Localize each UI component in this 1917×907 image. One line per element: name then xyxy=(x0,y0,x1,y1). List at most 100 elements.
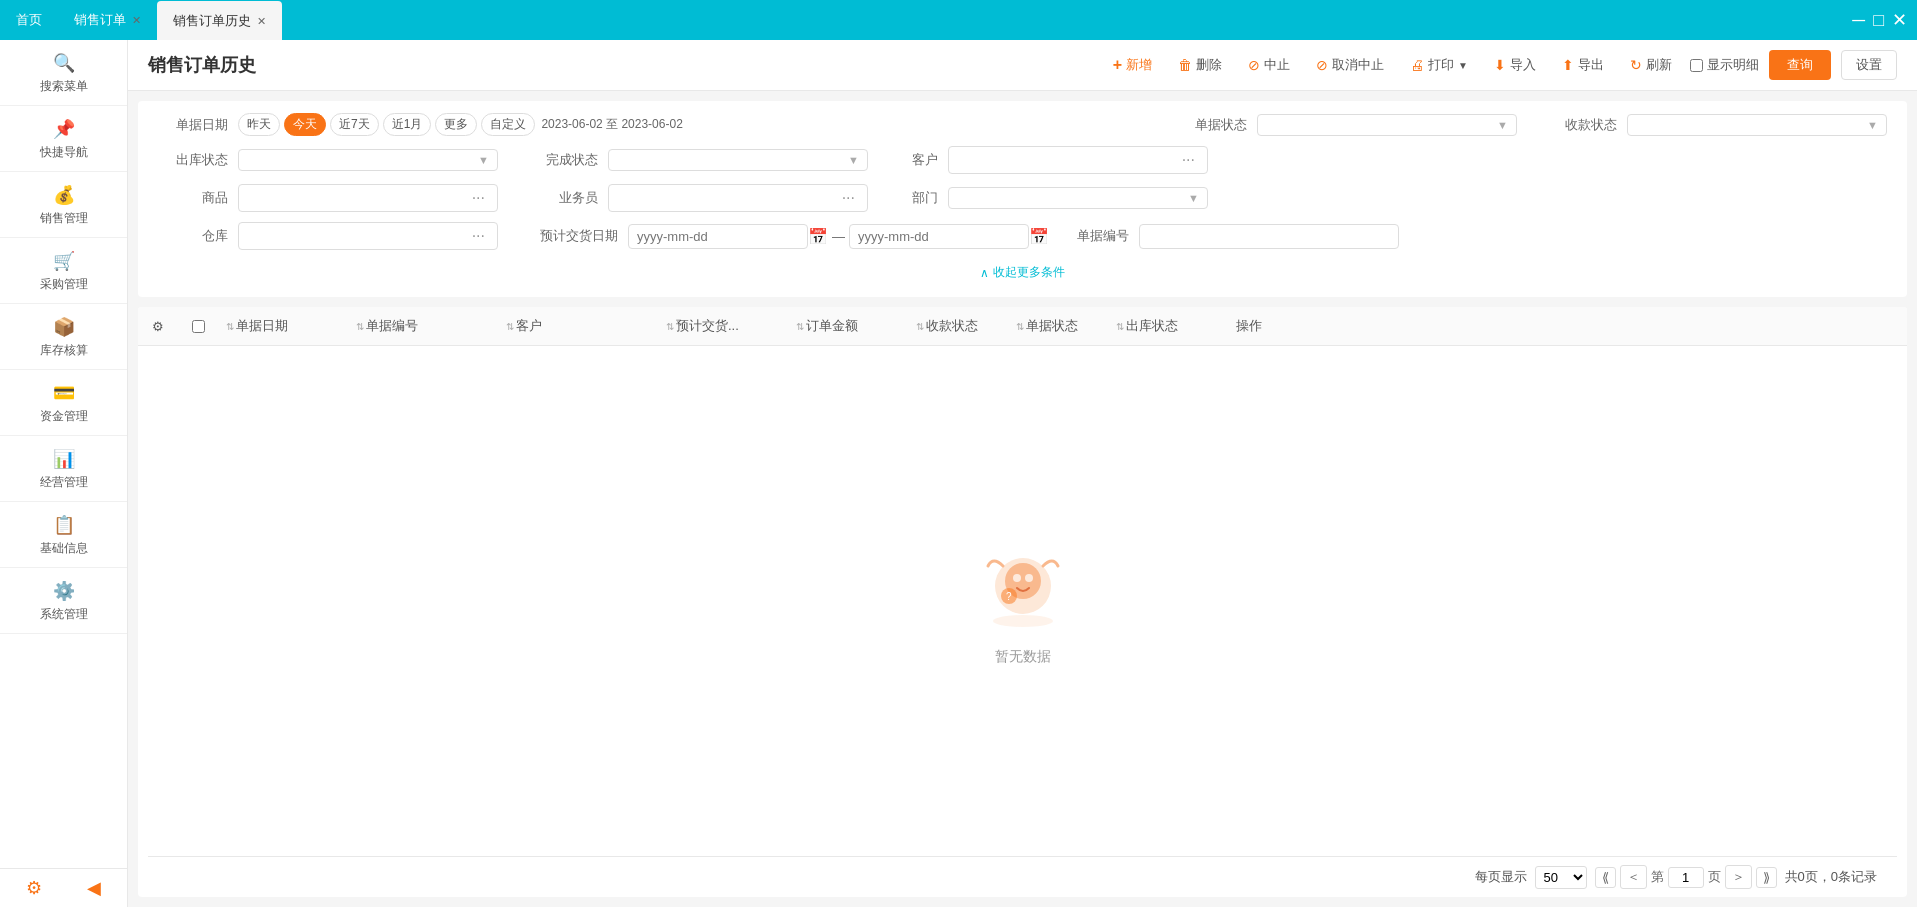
warehouse-dots[interactable]: ··· xyxy=(468,227,489,245)
date-btn-today[interactable]: 今天 xyxy=(284,113,326,136)
th-settings[interactable]: ⚙ xyxy=(138,319,178,334)
goods-label: 商品 xyxy=(158,189,238,207)
tab-home[interactable]: 首页 xyxy=(0,0,58,40)
total-records: 共0页，0条记录 xyxy=(1785,868,1877,886)
page-nav: ⟪ ＜ 第 页 ＞ ⟫ xyxy=(1595,865,1777,889)
query-button[interactable]: 查询 xyxy=(1769,50,1831,80)
import-button[interactable]: ⬇ 导入 xyxy=(1486,52,1544,78)
salesman-label: 业务员 xyxy=(538,189,608,207)
sidebar-item-nav[interactable]: 📌 快捷导航 xyxy=(0,106,127,172)
date-btn-yesterday[interactable]: 昨天 xyxy=(238,113,280,136)
sort-icon-date: ⇅ xyxy=(226,321,234,332)
filter-row-3: 商品 ··· 业务员 ··· 部门 ▼ xyxy=(158,184,1887,212)
table-header: ⚙ ⇅ 单据日期 ⇅ 单据编号 ⇅ 客户 ⇅ xyxy=(138,307,1907,346)
top-bar-right: ─ □ ✕ xyxy=(1852,9,1917,31)
display-detail-input[interactable] xyxy=(1690,59,1703,72)
sidebar-item-inventory[interactable]: 📦 库存核算 xyxy=(0,304,127,370)
table-body: ? 暂无数据 xyxy=(138,346,1907,856)
th-out-status[interactable]: ⇅ 出库状态 xyxy=(1108,317,1228,335)
prev-page-button[interactable]: ＜ xyxy=(1620,865,1647,889)
collapse-row[interactable]: ∧ 收起更多条件 xyxy=(158,260,1887,285)
date-label: 单据日期 xyxy=(158,116,238,134)
th-no[interactable]: ⇅ 单据编号 xyxy=(348,317,498,335)
cancel-stop-button[interactable]: ⊘ 取消中止 xyxy=(1308,52,1392,78)
complete-status-select[interactable]: ▼ xyxy=(608,149,868,171)
sidebar-collapse-icon[interactable]: ◀ xyxy=(87,877,101,899)
goods-dots[interactable]: ··· xyxy=(468,189,489,207)
tab-sales-order[interactable]: 销售订单 ✕ xyxy=(58,0,157,40)
pay-status-label: 收款状态 xyxy=(1557,116,1627,134)
add-button[interactable]: + 新增 xyxy=(1105,52,1160,78)
close-tab-sales-order[interactable]: ✕ xyxy=(132,14,141,27)
order-status-select[interactable]: ▼ xyxy=(1257,114,1517,136)
inventory-icon: 📦 xyxy=(53,316,75,338)
next-page-button[interactable]: ＞ xyxy=(1725,865,1752,889)
empty-illustration: ? xyxy=(973,536,1073,636)
dept-select[interactable]: ▼ xyxy=(948,187,1208,209)
refresh-button[interactable]: ↻ 刷新 xyxy=(1622,52,1680,78)
sidebar-item-search[interactable]: 🔍 搜索菜单 xyxy=(0,40,127,106)
page-number-input[interactable] xyxy=(1668,867,1704,888)
page-title: 销售订单历史 xyxy=(148,53,1097,77)
pay-status-select[interactable]: ▼ xyxy=(1627,114,1887,136)
tab-sales-order-history[interactable]: 销售订单历史 ✕ xyxy=(157,1,282,41)
export-button[interactable]: ⬆ 导出 xyxy=(1554,52,1612,78)
sidebar-item-purchase[interactable]: 🛒 采购管理 xyxy=(0,238,127,304)
table-area: ⚙ ⇅ 单据日期 ⇅ 单据编号 ⇅ 客户 ⇅ xyxy=(138,307,1907,897)
delete-icon: 🗑 xyxy=(1178,57,1192,73)
date-btn-custom[interactable]: 自定义 xyxy=(481,113,535,136)
delivery-date-end[interactable] xyxy=(849,224,1029,249)
sort-icon-pay: ⇅ xyxy=(916,321,924,332)
sidebar-item-sales[interactable]: 💰 销售管理 xyxy=(0,172,127,238)
date-btn-more[interactable]: 更多 xyxy=(435,113,477,136)
delivery-date-start[interactable] xyxy=(628,224,808,249)
maximize-icon[interactable]: □ xyxy=(1873,10,1884,31)
order-no-input[interactable] xyxy=(1139,224,1399,249)
th-pay-status[interactable]: ⇅ 收款状态 xyxy=(908,317,1008,335)
close-tab-sales-order-history[interactable]: ✕ xyxy=(257,15,266,28)
stop-button[interactable]: ⊘ 中止 xyxy=(1240,52,1298,78)
window-close-icon[interactable]: ✕ xyxy=(1892,9,1907,31)
customer-label: 客户 xyxy=(908,151,948,169)
sidebar-item-operation[interactable]: 📊 经营管理 xyxy=(0,436,127,502)
customer-dots[interactable]: ··· xyxy=(1178,151,1199,169)
setting-button[interactable]: 设置 xyxy=(1841,50,1897,80)
empty-text: 暂无数据 xyxy=(995,648,1051,666)
last-page-button[interactable]: ⟫ xyxy=(1756,867,1777,888)
print-icon: 🖨 xyxy=(1410,57,1424,73)
sort-icon-customer: ⇅ xyxy=(506,321,514,332)
delete-button[interactable]: 🗑 删除 xyxy=(1170,52,1230,78)
date-range-text: 2023-06-02 至 2023-06-02 xyxy=(541,116,682,133)
complete-status-label: 完成状态 xyxy=(538,151,608,169)
sidebar-settings-icon[interactable]: ⚙ xyxy=(26,877,42,899)
finance-icon: 💳 xyxy=(53,382,75,404)
date-btn-1month[interactable]: 近1月 xyxy=(383,113,432,136)
sidebar-item-basic[interactable]: 📋 基础信息 xyxy=(0,502,127,568)
th-checkbox[interactable] xyxy=(178,320,218,333)
first-page-button[interactable]: ⟪ xyxy=(1595,867,1616,888)
minimize-icon[interactable]: ─ xyxy=(1852,10,1865,31)
add-icon: + xyxy=(1113,56,1122,74)
date-btn-7days[interactable]: 近7天 xyxy=(330,113,379,136)
display-detail-checkbox[interactable]: 显示明细 xyxy=(1690,56,1759,74)
page-size-select[interactable]: 50 10 20 100 xyxy=(1535,866,1587,889)
print-button[interactable]: 🖨 打印 ▼ xyxy=(1402,52,1476,78)
th-delivery[interactable]: ⇅ 预计交货... xyxy=(658,317,788,335)
out-status-select[interactable]: ▼ xyxy=(238,149,498,171)
th-customer[interactable]: ⇅ 客户 xyxy=(498,317,658,335)
th-amount[interactable]: ⇅ 订单金额 xyxy=(788,317,908,335)
operation-icon: 📊 xyxy=(53,448,75,470)
calendar-end-icon[interactable]: 📅 xyxy=(1029,227,1049,246)
nav-icon: 📌 xyxy=(53,118,75,140)
export-icon: ⬆ xyxy=(1562,57,1574,73)
th-order-status[interactable]: ⇅ 单据状态 xyxy=(1008,317,1108,335)
th-date[interactable]: ⇅ 单据日期 xyxy=(218,317,348,335)
salesman-dots[interactable]: ··· xyxy=(838,189,859,207)
order-no-label: 单据编号 xyxy=(1069,227,1139,245)
filter-row-1: 单据日期 昨天 今天 近7天 近1月 更多 自定义 2023-06-02 至 2… xyxy=(158,113,1887,136)
sidebar-item-finance[interactable]: 💳 资金管理 xyxy=(0,370,127,436)
sidebar-item-system[interactable]: ⚙️ 系统管理 xyxy=(0,568,127,634)
calendar-start-icon[interactable]: 📅 xyxy=(808,227,828,246)
select-all-checkbox[interactable] xyxy=(192,320,205,333)
collapse-up-icon: ∧ xyxy=(980,266,989,280)
